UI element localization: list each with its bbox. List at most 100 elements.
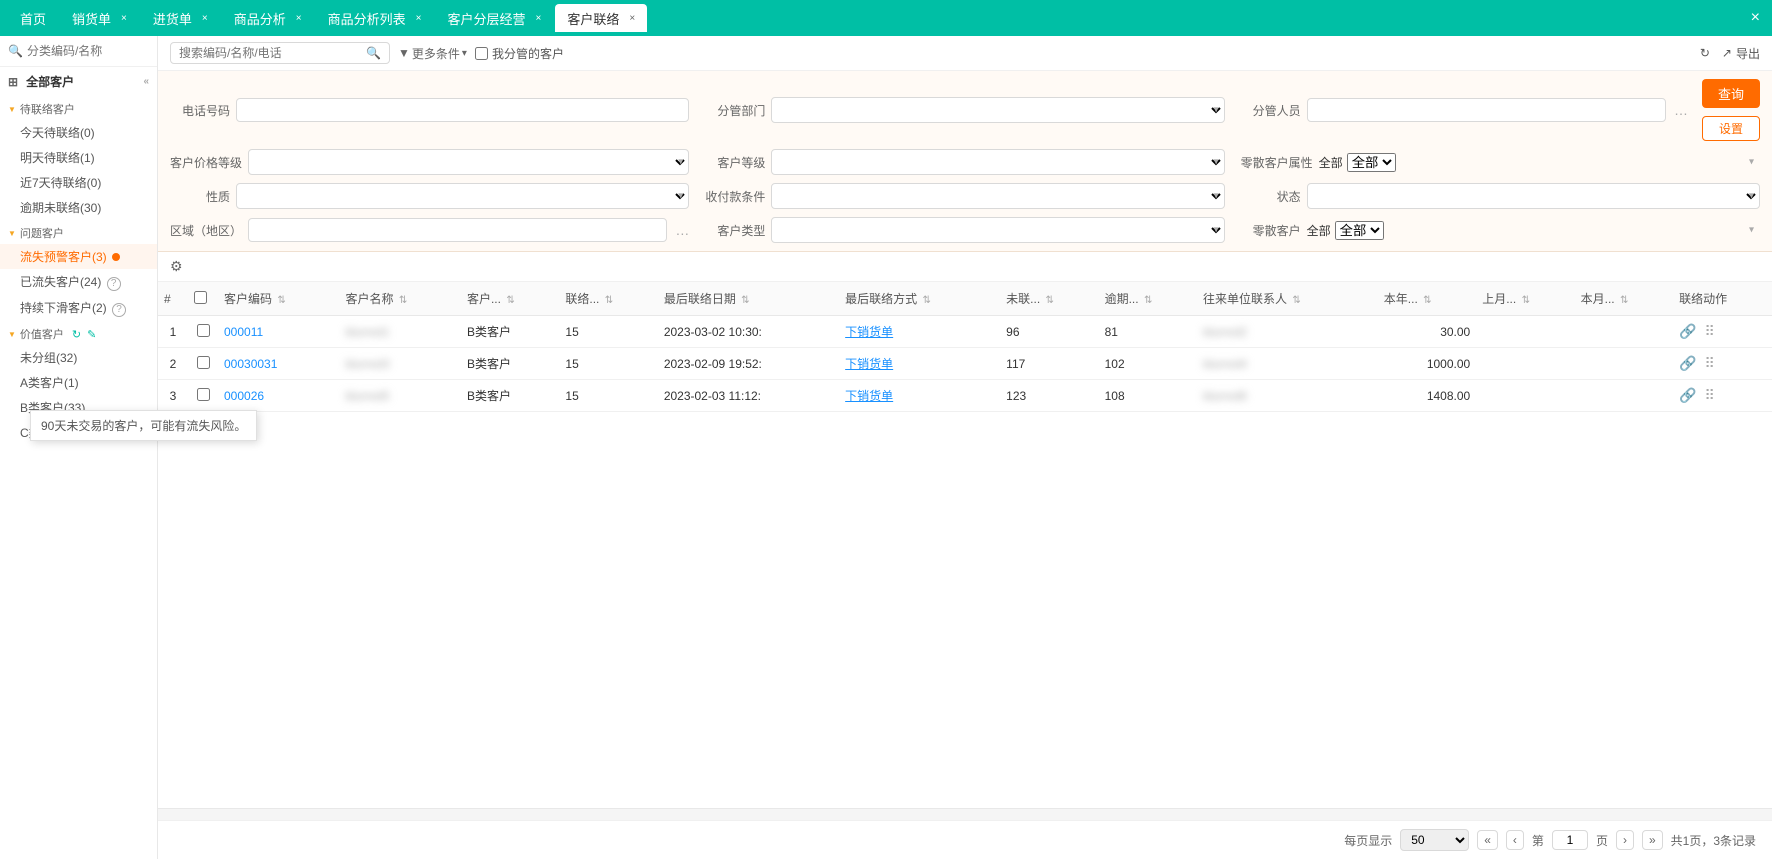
filter-customer-level-select[interactable] — [771, 149, 1224, 175]
cell-last-method-0[interactable]: 下销货单 — [839, 316, 1000, 348]
action-link-icon-2[interactable]: 🔗 — [1679, 387, 1696, 404]
tab-customer-tier-close[interactable]: × — [535, 13, 541, 24]
manager-more-icon[interactable]: … — [1674, 102, 1688, 118]
filter-nature-select[interactable] — [236, 183, 689, 209]
cell-this-year-1: 1000.00 — [1378, 348, 1476, 380]
select-all-checkbox[interactable] — [194, 291, 207, 304]
sidebar-item-declining-label: 持续下滑客户(2) — [20, 301, 107, 315]
tab-sales-close[interactable]: × — [121, 13, 127, 24]
first-page-button[interactable]: « — [1477, 830, 1498, 850]
sidebar-item-overdue-contact[interactable]: 逾期未联络(30) — [0, 195, 157, 220]
filter-payment-select[interactable] — [771, 183, 1224, 209]
col-header-name[interactable]: 客户名称 ⇅ — [339, 282, 460, 316]
filter-phone-input[interactable] — [236, 98, 689, 122]
tab-customer-tier[interactable]: 客户分层经营 × — [435, 4, 553, 32]
tab-analysis[interactable]: 商品分析 × — [222, 4, 314, 32]
page-label: 第 — [1532, 832, 1544, 849]
action-link-icon-1[interactable]: 🔗 — [1679, 355, 1696, 372]
cell-last-method-1[interactable]: 下销货单 — [839, 348, 1000, 380]
settings-button[interactable]: 设置 — [1702, 116, 1760, 141]
sidebar-item-churn-warning[interactable]: 流失预警客户(3) — [0, 244, 157, 269]
cell-last-method-2[interactable]: 下销货单 — [839, 380, 1000, 412]
tab-purchase-close[interactable]: × — [202, 13, 208, 24]
tab-customer-contact-label: 客户联络 — [567, 9, 619, 28]
cell-this-year-2: 1408.00 — [1378, 380, 1476, 412]
filter-nature-label: 性质 — [170, 188, 230, 205]
col-header-last-method[interactable]: 最后联络方式 ⇅ — [839, 282, 1000, 316]
filter-customer-type-select[interactable] — [771, 217, 1224, 243]
filter-dept: 分管部门 ▾ — [705, 79, 1224, 141]
cell-last-month-1 — [1476, 348, 1574, 380]
col-header-overdue[interactable]: 逾期... ⇅ — [1099, 282, 1197, 316]
sidebar-item-tomorrow-contact[interactable]: 明天待联络(1) — [0, 145, 157, 170]
region-more-icon[interactable]: … — [675, 222, 689, 238]
sidebar-item-7days-contact[interactable]: 近7天待联络(0) — [0, 170, 157, 195]
tab-analysis-close[interactable]: × — [296, 13, 302, 24]
prev-page-button[interactable]: ‹ — [1506, 830, 1524, 850]
sidebar-item-declining[interactable]: 持续下滑客户(2) ? — [0, 295, 157, 321]
per-page-select[interactable]: 50 100 200 — [1400, 829, 1469, 851]
sidebar-item-today-contact[interactable]: 今天待联络(0) — [0, 120, 157, 145]
sidebar-item-churned[interactable]: 已流失客户(24) ? — [0, 269, 157, 295]
col-header-unit-contact[interactable]: 往来单位联系人 ⇅ — [1197, 282, 1378, 316]
more-conditions-label: 更多条件 — [412, 45, 460, 62]
tab-customer-contact-close[interactable]: × — [629, 13, 635, 24]
action-link-icon-0[interactable]: 🔗 — [1679, 323, 1696, 340]
tab-home[interactable]: 首页 — [8, 4, 58, 32]
horizontal-scrollbar[interactable] — [158, 808, 1772, 820]
action-more-icon-1[interactable]: ⠿ — [1705, 355, 1715, 372]
filter-manager-input[interactable] — [1307, 98, 1666, 122]
last-page-button[interactable]: » — [1642, 830, 1663, 850]
filter-status-select[interactable] — [1307, 183, 1760, 209]
filter-dept-select[interactable] — [771, 97, 1224, 123]
col-header-uncontact[interactable]: 未联... ⇅ — [1000, 282, 1098, 316]
cell-action-0: 🔗 ⠿ — [1673, 316, 1772, 348]
tab-sales[interactable]: 销货单 × — [60, 4, 139, 32]
sidebar-item-ungroup[interactable]: 未分组(32) — [0, 345, 157, 370]
tab-analysis-list[interactable]: 商品分析列表 × — [316, 4, 434, 32]
filter-price-level-select[interactable] — [248, 149, 689, 175]
sidebar-item-a-class[interactable]: A类客户(1) — [0, 370, 157, 395]
search-button[interactable]: 🔍 — [366, 46, 381, 60]
tab-purchase[interactable]: 进货单 × — [141, 4, 220, 32]
my-customers-checkbox[interactable] — [475, 47, 488, 60]
col-header-code[interactable]: 客户编码 ⇅ — [218, 282, 339, 316]
action-more-icon-0[interactable]: ⠿ — [1705, 323, 1715, 340]
next-page-button[interactable]: › — [1616, 830, 1634, 850]
window-close-button[interactable]: × — [1747, 5, 1764, 31]
tab-sales-label: 销货单 — [72, 9, 111, 28]
filter-phone: 电话号码 — [170, 79, 689, 141]
scatter-attr-select[interactable]: 全部 — [1347, 153, 1396, 172]
all-customers-header[interactable]: ⊞ 全部客户 « — [0, 67, 157, 96]
search-input[interactable] — [179, 46, 366, 60]
table-settings-gear-icon[interactable]: ⚙ — [170, 258, 183, 275]
tab-analysis-list-close[interactable]: × — [416, 13, 422, 24]
col-header-contact[interactable]: 联络... ⇅ — [559, 282, 657, 316]
cell-name-2: blurred5 — [339, 380, 460, 412]
filter-region-input[interactable] — [248, 218, 667, 242]
col-header-type[interactable]: 客户... ⇅ — [461, 282, 559, 316]
col-header-this-year[interactable]: 本年... ⇅ — [1378, 282, 1476, 316]
more-conditions-button[interactable]: ▼ 更多条件 ▾ — [398, 45, 467, 62]
col-unit-contact-label: 往来单位联系人 — [1203, 292, 1287, 306]
col-header-last-month[interactable]: 上月... ⇅ — [1476, 282, 1574, 316]
data-table-wrap[interactable]: # 客户编码 ⇅ 客户名称 ⇅ 客户... — [158, 282, 1772, 808]
export-button[interactable]: ↻ ↗ 导出 — [1700, 45, 1760, 62]
col-header-last-date[interactable]: 最后联络日期 ⇅ — [658, 282, 839, 316]
tab-customer-contact[interactable]: 客户联络 × — [555, 4, 647, 32]
row-checkbox-1[interactable] — [197, 356, 210, 369]
current-page-input[interactable] — [1552, 830, 1588, 850]
col-code-label: 客户编码 — [224, 292, 272, 306]
row-checkbox-0[interactable] — [197, 324, 210, 337]
refresh-value-icon[interactable]: ↻ — [72, 328, 81, 341]
sidebar: 🔍 ⊞ 全部客户 « ▼ 待联络客户 今天待联络(0) 明天待联络(1) 近7天… — [0, 36, 158, 859]
sidebar-search-input[interactable] — [27, 44, 149, 58]
col-header-checkbox — [188, 282, 218, 316]
row-checkbox-2[interactable] — [197, 388, 210, 401]
col-header-this-month[interactable]: 本月... ⇅ — [1575, 282, 1673, 316]
edit-value-icon[interactable]: ✎ — [87, 328, 96, 341]
action-more-icon-2[interactable]: ⠿ — [1705, 387, 1715, 404]
col-last-month-sort-icon: ⇅ — [1522, 295, 1530, 306]
scatter-customer-select[interactable]: 全部 — [1335, 221, 1384, 240]
query-button[interactable]: 查询 — [1702, 79, 1760, 108]
